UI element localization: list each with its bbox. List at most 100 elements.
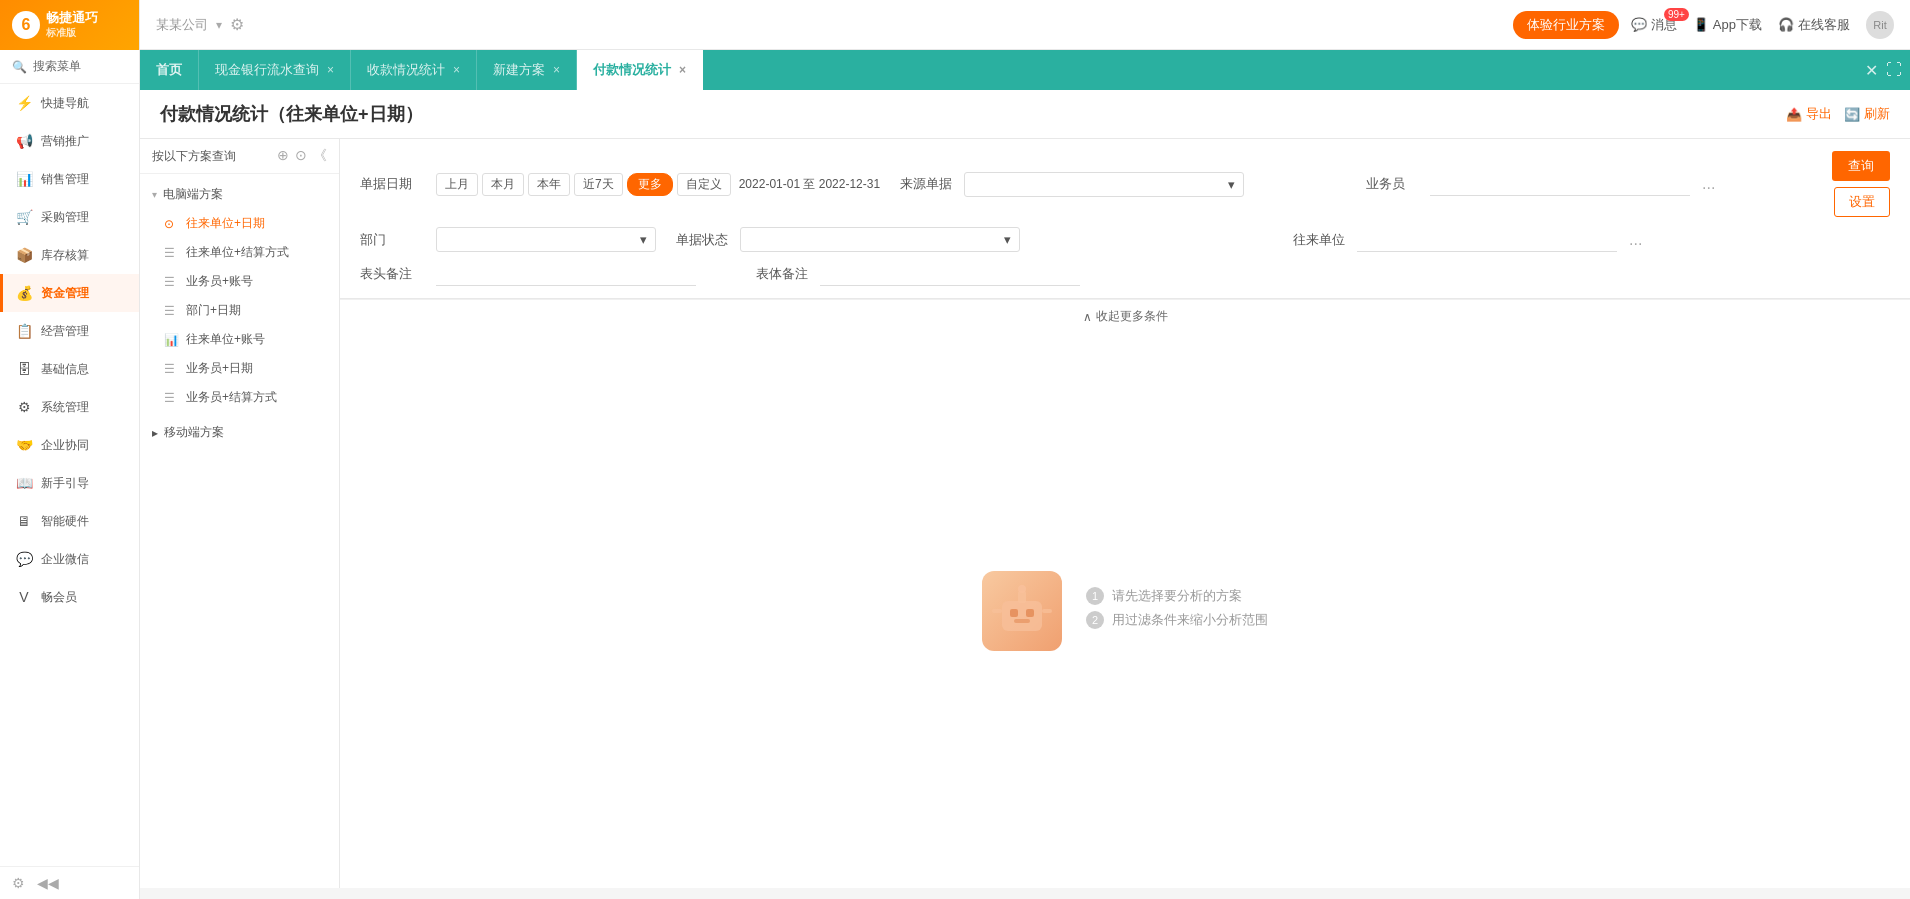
sidebar-item-inventory[interactable]: 📦 库存核算 [0,236,139,274]
tab-payment-stats-close[interactable]: × [453,63,460,77]
plan-unit-settle[interactable]: ☰ 往来单位+结算方式 [140,238,339,267]
tab-bank-flow-close[interactable]: × [327,63,334,77]
user-avatar[interactable]: Rit [1866,11,1894,39]
filter-row-3: 表头备注 表体备注 [360,262,1890,286]
source-staff-row: 来源单据 ▾ 业务员 ... [900,151,1890,217]
unit-filter: 往来单位 ... [1293,228,1890,252]
collapse-bar[interactable]: ∧ 收起更多条件 [340,299,1910,333]
empty-robot-icon [982,571,1062,651]
sidebar-item-purchase[interactable]: 🛒 采购管理 [0,198,139,236]
tab-pay-stats-close[interactable]: × [679,63,686,77]
note-head-input[interactable] [436,262,696,286]
plan-staff-settle[interactable]: ☰ 业务员+结算方式 [140,383,339,412]
tab-bank-flow[interactable]: 现金银行流水查询 × [199,50,351,90]
tab-expand-icon[interactable]: ⛶ [1886,61,1902,79]
tab-pay-stats[interactable]: 付款情况统计 × [577,50,703,90]
app-download-button[interactable]: 📱 App下载 [1693,16,1762,34]
svg-rect-7 [1042,609,1052,613]
collapse-panel-icon[interactable]: 《 [313,147,327,165]
service-label: 在线客服 [1798,16,1850,34]
sidebar-item-member[interactable]: V 畅会员 [0,578,139,616]
settings-bottom-icon[interactable]: ⚙ [12,875,25,891]
plan-staff-account[interactable]: ☰ 业务员+账号 [140,267,339,296]
sidebar-item-operations[interactable]: 📋 经营管理 [0,312,139,350]
sidebar-bottom: ⚙ ◀◀ [0,866,139,899]
sidebar-label: 智能硬件 [41,513,89,530]
right-panel: 单据日期 上月 本月 本年 近7天 更多 自定义 2022-01-01 至 20… [340,139,1910,888]
plan-icon: ☰ [164,304,180,318]
online-service-button[interactable]: 🎧 在线客服 [1778,16,1850,34]
company-name: 某某公司 [156,16,208,34]
user-name: Rit [1873,19,1886,31]
tab-new-plan[interactable]: 新建方案 × [477,50,577,90]
date-btn-7days[interactable]: 近7天 [574,173,623,196]
source-label: 来源单据 [900,175,956,193]
settings-plan-icon[interactable]: ⊙ [295,147,307,165]
desktop-section: ▾ 电脑端方案 ⊙ 往来单位+日期 ☰ 往来单位+结算方式 ☰ 业务员+账号 [140,174,339,418]
sidebar-item-wechat[interactable]: 💬 企业微信 [0,540,139,578]
capital-icon: 💰 [15,284,33,302]
staff-dots[interactable]: ... [1702,175,1715,193]
sidebar-search[interactable]: 🔍 搜索菜单 [0,50,139,84]
sidebar-item-smart-hw[interactable]: 🖥 智能硬件 [0,502,139,540]
sidebar-item-guide[interactable]: 📖 新手引导 [0,464,139,502]
plan-unit-account[interactable]: 📊 往来单位+账号 [140,325,339,354]
date-btn-last-month[interactable]: 上月 [436,173,478,196]
source-select[interactable]: ▾ [964,172,1244,197]
sidebar-label: 资金管理 [41,285,89,302]
hint-text-2: 用过滤条件来缩小分析范围 [1112,611,1268,629]
sidebar-label: 畅会员 [41,589,77,606]
topbar-gear-icon[interactable]: ⚙ [230,15,244,34]
unit-input[interactable] [1357,228,1617,252]
unit-dots[interactable]: ... [1629,231,1642,249]
collapse-icon[interactable]: ◀◀ [37,875,59,891]
search-label: 搜索菜单 [33,58,81,75]
query-button[interactable]: 查询 [1832,151,1890,181]
filter-row-2: 部门 ▾ 单据状态 ▾ 往来单 [360,227,1890,252]
tab-close-all-icon[interactable]: ✕ [1865,61,1878,80]
plan-icon: ☰ [164,275,180,289]
settings-button[interactable]: 设置 [1834,187,1890,217]
date-btn-this-year[interactable]: 本年 [528,173,570,196]
staff-input[interactable] [1430,172,1690,196]
plan-label: 业务员+日期 [186,360,253,377]
status-select[interactable]: ▾ [740,227,1020,252]
company-dropdown-arrow[interactable]: ▾ [216,18,222,32]
mobile-section-title[interactable]: ▸ 移动端方案 [140,418,339,447]
page-title: 付款情况统计（往来单位+日期） [160,102,423,126]
add-plan-icon[interactable]: ⊕ [277,147,289,165]
refresh-button[interactable]: 🔄 刷新 [1844,105,1890,123]
plan-dept-date[interactable]: ☰ 部门+日期 [140,296,339,325]
dept-select[interactable]: ▾ [436,227,656,252]
empty-hint-1: 1 请先选择要分析的方案 [1086,587,1268,605]
plan-label: 往来单位+日期 [186,215,265,232]
sidebar-item-marketing[interactable]: 📢 营销推广 [0,122,139,160]
hint-num-1: 1 [1086,587,1104,605]
tab-payment-stats[interactable]: 收款情况统计 × [351,50,477,90]
desktop-section-title[interactable]: ▾ 电脑端方案 [140,180,339,209]
tab-new-plan-close[interactable]: × [553,63,560,77]
sidebar-item-quick-nav[interactable]: ⚡ 快捷导航 [0,84,139,122]
sidebar-item-system[interactable]: ⚙ 系统管理 [0,388,139,426]
mobile-section-arrow: ▸ [152,426,158,440]
sidebar-item-sales[interactable]: 📊 销售管理 [0,160,139,198]
plan-unit-date[interactable]: ⊙ 往来单位+日期 [140,209,339,238]
message-button[interactable]: 💬 消息 99+ [1631,16,1677,34]
sidebar-item-basic-info[interactable]: 🗄 基础信息 [0,350,139,388]
sidebar-label: 采购管理 [41,209,89,226]
dept-label: 部门 [360,231,416,249]
date-btn-more[interactable]: 更多 [627,173,673,196]
sidebar-item-enterprise[interactable]: 🤝 企业协同 [0,426,139,464]
plan-label: 业务员+结算方式 [186,389,277,406]
section-arrow-icon: ▾ [152,189,157,200]
date-btn-this-month[interactable]: 本月 [482,173,524,196]
filter-area: 单据日期 上月 本月 本年 近7天 更多 自定义 2022-01-01 至 20… [340,139,1910,299]
plan-staff-date[interactable]: ☰ 业务员+日期 [140,354,339,383]
sidebar-label: 系统管理 [41,399,89,416]
industry-plan-button[interactable]: 体验行业方案 [1513,11,1619,39]
sidebar-item-capital[interactable]: 💰 资金管理 [0,274,139,312]
tab-home[interactable]: 首页 [140,50,199,90]
export-button[interactable]: 📤 导出 [1786,105,1832,123]
date-btn-custom[interactable]: 自定义 [677,173,731,196]
note-body-input[interactable] [820,262,1080,286]
